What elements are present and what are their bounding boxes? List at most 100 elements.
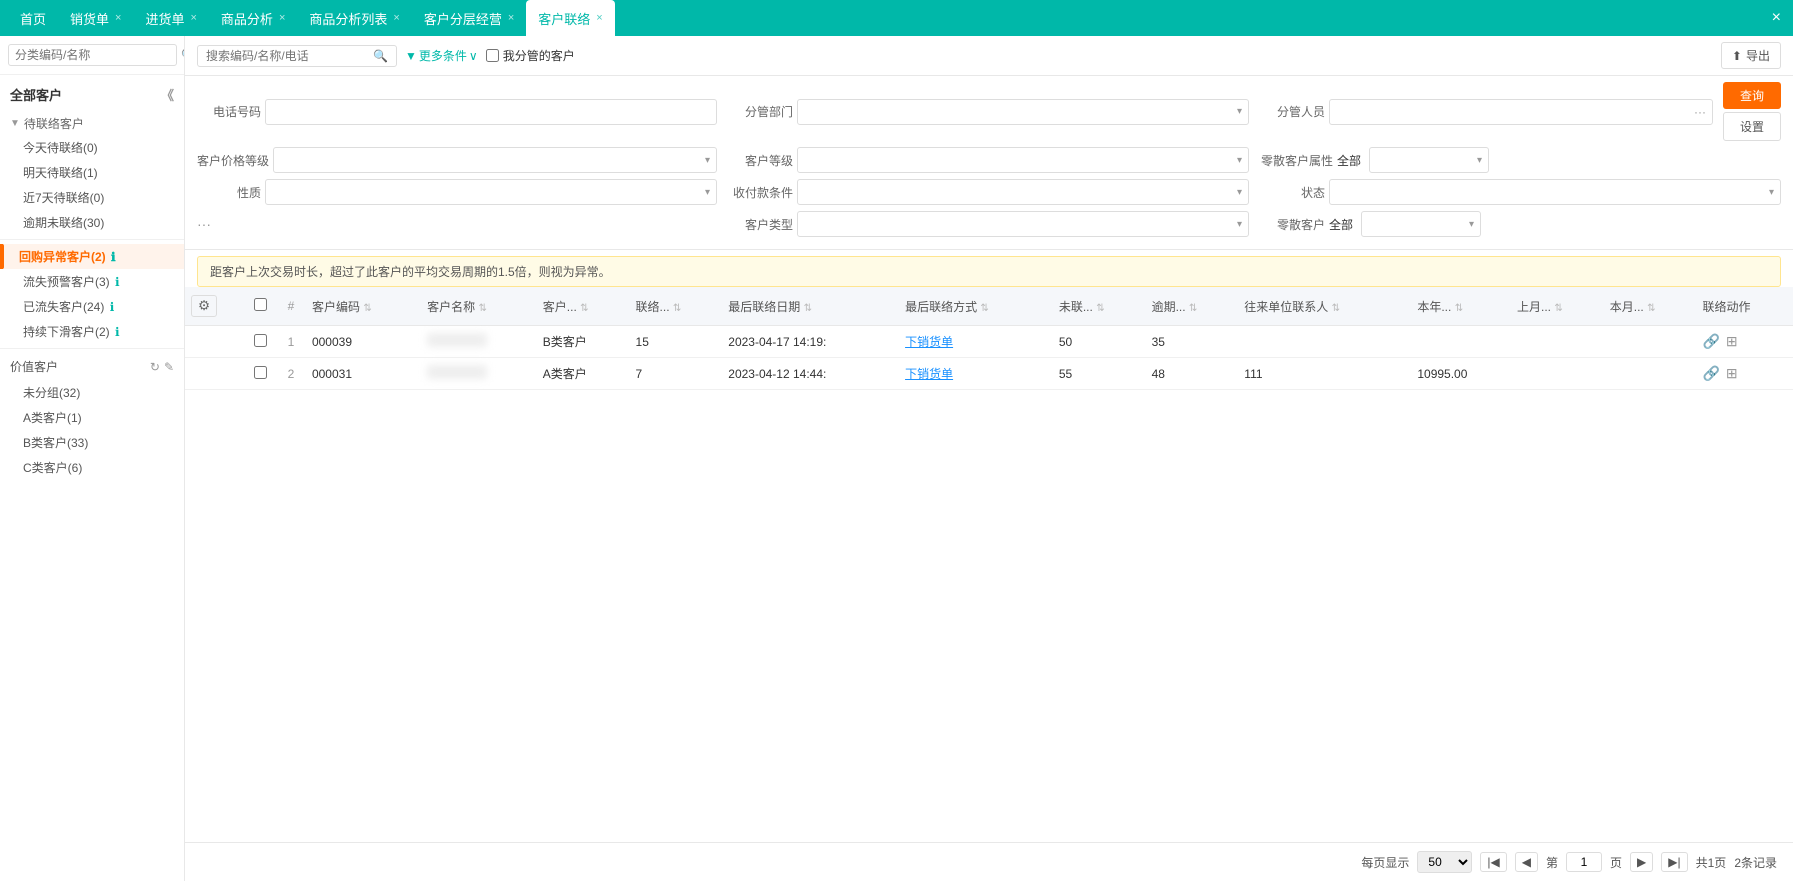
col-this-year[interactable]: 本年... ⇅: [1411, 287, 1511, 326]
settings-button[interactable]: 设置: [1723, 112, 1781, 141]
sidebar: 🔍 全部客户 《 ▼ 待联络客户 今天待联络(0) 明天待联络(1) 近7天待联…: [0, 36, 185, 881]
nav-tab-purchase-close[interactable]: ×: [190, 12, 196, 24]
my-customer-check[interactable]: [486, 49, 499, 62]
nav-tab-customer-contact[interactable]: 客户联络 ×: [526, 0, 614, 36]
col-overdue[interactable]: 逾期... ⇅: [1146, 287, 1239, 326]
filter-cell-cust-level: 客户等级 ▾: [729, 147, 1249, 173]
sidebar-edit-icon[interactable]: ✎: [164, 360, 174, 374]
select-all-checkbox[interactable]: [254, 298, 267, 311]
nav-tab-customer-tier[interactable]: 客户分层经营 ×: [412, 0, 526, 36]
col-cust-type[interactable]: 客户... ⇅: [537, 287, 630, 326]
row1-actions: 🔗 ⊞: [1696, 326, 1793, 358]
more-conditions-btn[interactable]: ▼ 更多条件 ∨: [405, 47, 478, 64]
sidebar-item-today[interactable]: 今天待联络(0): [0, 135, 184, 160]
row1-gear: [185, 326, 246, 358]
sidebar-item-a-class[interactable]: A类客户(1): [0, 405, 184, 430]
scatter-cust-select[interactable]: ▾: [1361, 211, 1481, 237]
row1-check[interactable]: [254, 334, 267, 347]
main-search-input[interactable]: [206, 49, 369, 63]
first-page-btn[interactable]: |◀: [1480, 852, 1506, 872]
row1-checkbox[interactable]: [246, 326, 276, 358]
tooltip-text: 距客户上次交易时长，超过了此客户的平均交易周期的1.5倍，则视为异常。: [210, 263, 611, 280]
row2-checkbox[interactable]: [246, 358, 276, 390]
filter-cell-phone: 电话号码: [197, 82, 717, 141]
sidebar-group-pending[interactable]: ▼ 待联络客户: [0, 110, 184, 135]
sidebar-value-group-header[interactable]: 价值客户 ↻ ✎: [0, 353, 184, 380]
sidebar-item-c-class[interactable]: C类客户(6): [0, 455, 184, 480]
prev-page-btn[interactable]: ◀: [1515, 852, 1538, 872]
sidebar-item-overdue[interactable]: 逾期未联络(30): [0, 210, 184, 235]
nav-tab-customer-tier-close[interactable]: ×: [508, 12, 514, 24]
scatter-attr-select[interactable]: ▾: [1369, 147, 1489, 173]
sidebar-item-7days[interactable]: 近7天待联络(0): [0, 185, 184, 210]
nav-tab-product-list[interactable]: 商品分析列表 ×: [297, 0, 411, 36]
nav-tab-product-analysis-close[interactable]: ×: [279, 12, 285, 24]
dept-select[interactable]: ▾: [797, 99, 1249, 125]
nav-tab-sales-close[interactable]: ×: [115, 12, 121, 24]
sidebar-search-icon[interactable]: 🔍: [181, 48, 185, 62]
page-input[interactable]: [1566, 852, 1602, 872]
col-this-month[interactable]: 本月... ⇅: [1604, 287, 1697, 326]
my-customer-checkbox[interactable]: 我分管的客户: [486, 47, 575, 64]
main-search-icon[interactable]: 🔍: [373, 49, 388, 63]
sidebar-refresh-icon[interactable]: ↻: [150, 360, 160, 374]
manager-select[interactable]: ···: [1329, 99, 1713, 125]
chevron-down-icon: ∨: [469, 49, 478, 63]
row2-uncontacted: 55: [1053, 358, 1146, 390]
sidebar-collapse-icon[interactable]: 《: [161, 85, 174, 104]
export-button[interactable]: ⬆ 导出: [1721, 42, 1781, 69]
payment-select[interactable]: ▾: [797, 179, 1249, 205]
sidebar-search-input[interactable]: [8, 44, 177, 66]
row1-link-icon[interactable]: 🔗: [1702, 333, 1719, 350]
nav-tab-purchase[interactable]: 进货单 ×: [133, 0, 208, 36]
cust-level-select[interactable]: ▾: [797, 147, 1249, 173]
col-contact-person[interactable]: 往来单位联系人 ⇅: [1238, 287, 1411, 326]
sidebar-all-customers[interactable]: 全部客户 《: [0, 79, 184, 110]
col-contact-count[interactable]: 联络... ⇅: [630, 287, 723, 326]
filter-grid-row4: ··· 客户类型 ▾ 零散客户 全部 ▾: [197, 211, 1781, 243]
nav-tab-product-analysis[interactable]: 商品分析 ×: [209, 0, 297, 36]
row2-grid-icon[interactable]: ⊞: [1726, 365, 1738, 382]
price-level-select[interactable]: ▾: [273, 147, 717, 173]
col-last-date[interactable]: 最后联络日期 ⇅: [722, 287, 899, 326]
row1-method-link[interactable]: 下销货单: [905, 335, 953, 349]
sidebar-item-churned[interactable]: 已流失客户(24) ℹ: [0, 294, 184, 319]
col-code[interactable]: 客户编码 ⇅: [306, 287, 421, 326]
last-page-btn[interactable]: ▶|: [1661, 852, 1687, 872]
sidebar-item-repurchase-abnormal[interactable]: 回购异常客户(2) ℹ: [0, 244, 184, 269]
row2-code[interactable]: 000031: [306, 358, 421, 390]
row2-method-link[interactable]: 下销货单: [905, 367, 953, 381]
col-last-method[interactable]: 最后联络方式 ⇅: [899, 287, 1053, 326]
cust-type-select[interactable]: ▾: [797, 211, 1249, 237]
row2-contact-person: 111: [1238, 358, 1411, 390]
gear-button[interactable]: ⚙: [191, 295, 217, 317]
row1-grid-icon[interactable]: ⊞: [1726, 333, 1738, 350]
col-name[interactable]: 客户名称 ⇅: [421, 287, 537, 326]
next-page-btn[interactable]: ▶: [1630, 852, 1653, 872]
filter-grid-row1: 电话号码 分管部门 ▾ 分管人员 ···: [197, 82, 1781, 147]
row2-link-icon[interactable]: 🔗: [1702, 365, 1719, 382]
close-all-tabs[interactable]: ×: [1772, 9, 1781, 27]
nav-tab-customer-contact-close[interactable]: ×: [596, 12, 602, 24]
sidebar-item-ungroup[interactable]: 未分组(32): [0, 380, 184, 405]
sidebar-item-b-class[interactable]: B类客户(33): [0, 430, 184, 455]
page-size-select[interactable]: 50 100 200: [1417, 851, 1472, 873]
nav-tab-product-list-close[interactable]: ×: [393, 12, 399, 24]
nav-tab-sales[interactable]: 销货单 ×: [58, 0, 133, 36]
col-last-month[interactable]: 上月... ⇅: [1511, 287, 1604, 326]
row2-last-method[interactable]: 下销货单: [899, 358, 1053, 390]
phone-input[interactable]: [265, 99, 717, 125]
row1-last-method[interactable]: 下销货单: [899, 326, 1053, 358]
query-button[interactable]: 查询: [1723, 82, 1781, 109]
col-gear[interactable]: ⚙: [185, 287, 246, 326]
sidebar-item-tomorrow[interactable]: 明天待联络(1): [0, 160, 184, 185]
status-select[interactable]: ▾: [1329, 179, 1781, 205]
sidebar-item-declining[interactable]: 持续下滑客户(2) ℹ: [0, 319, 184, 344]
page-label: 第: [1546, 854, 1558, 871]
col-uncontacted[interactable]: 未联... ⇅: [1053, 287, 1146, 326]
row1-code[interactable]: 000039: [306, 326, 421, 358]
nav-tab-home[interactable]: 首页: [8, 0, 58, 36]
sidebar-item-churn-warning[interactable]: 流失预警客户(3) ℹ: [0, 269, 184, 294]
row2-check[interactable]: [254, 366, 267, 379]
nature-select[interactable]: ▾: [265, 179, 717, 205]
